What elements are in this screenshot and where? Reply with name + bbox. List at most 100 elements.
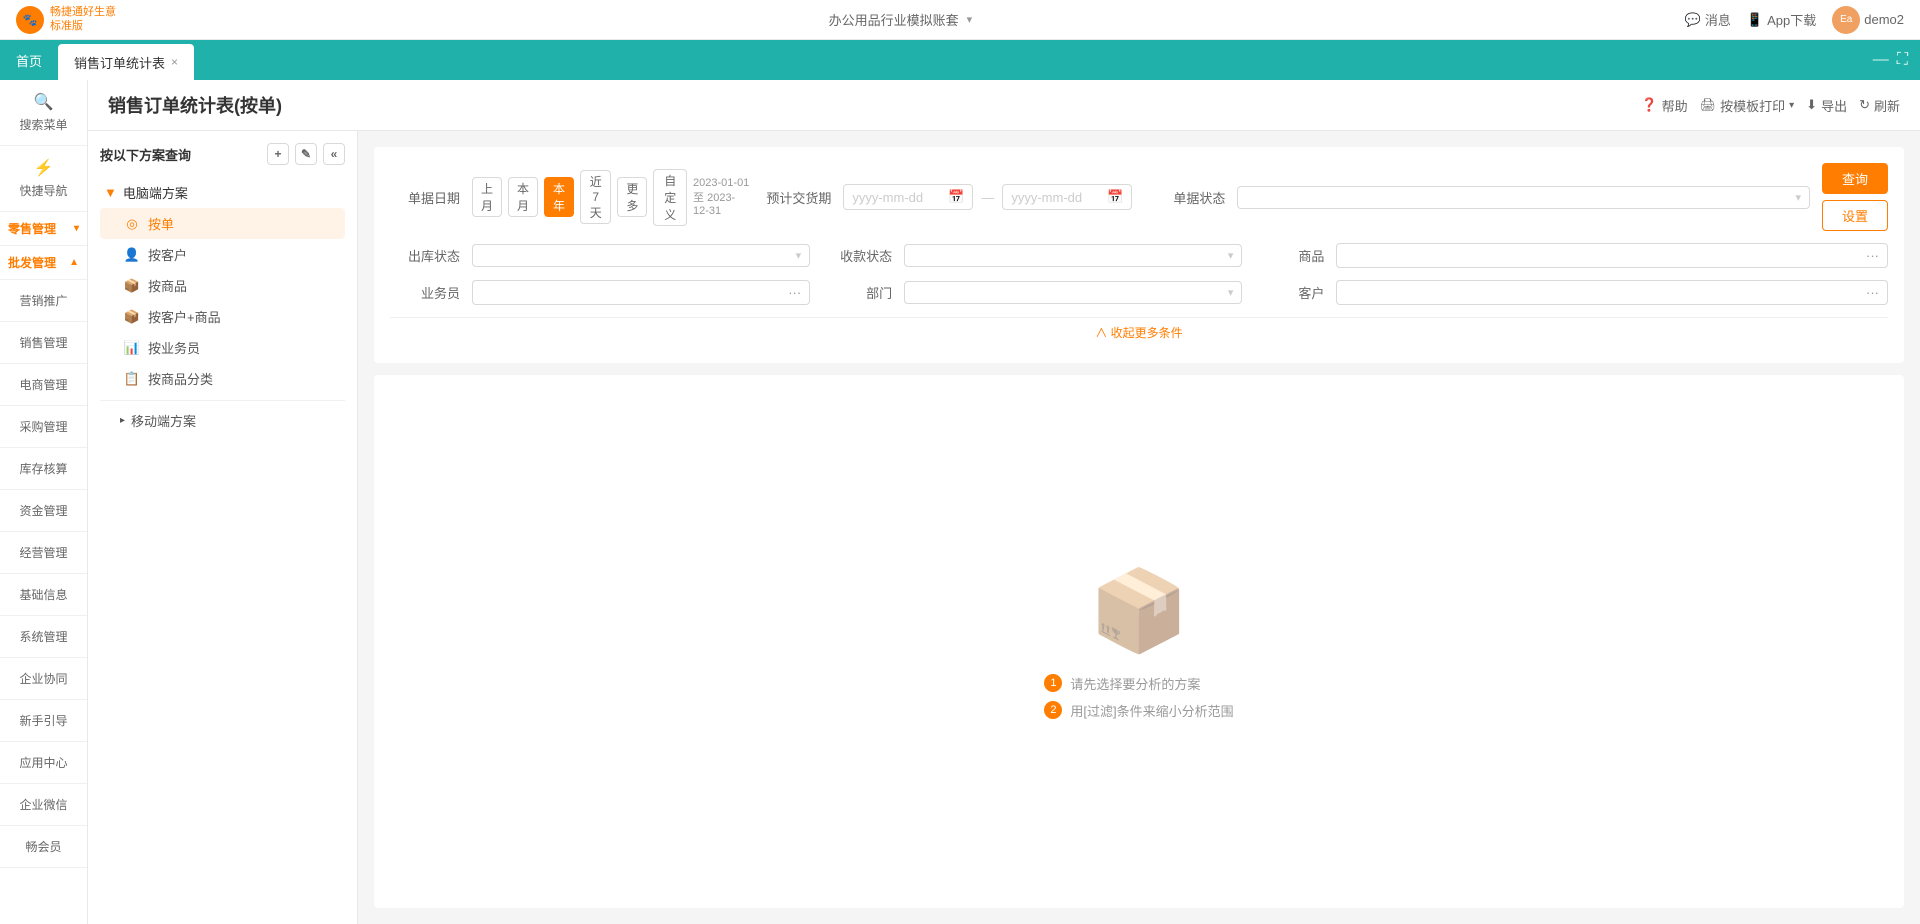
- customer-more-icon[interactable]: ···: [1866, 285, 1879, 300]
- scheme-title: 按以下方案查询: [100, 145, 191, 164]
- bill-status-label: 单据状态: [1155, 188, 1225, 207]
- user-area[interactable]: Ea demo2: [1832, 6, 1904, 34]
- scheme-item-bysales[interactable]: 📊 按业务员: [100, 332, 345, 363]
- tab-home[interactable]: 首页: [0, 40, 58, 80]
- pc-category[interactable]: ▼ 电脑端方案: [100, 177, 345, 208]
- scheme-item-bygoods[interactable]: 📦 按商品: [100, 270, 345, 301]
- right-content: 单据日期 上月 本月 本年 近7天 更多 自定义 2023-01-01 至 20…: [358, 131, 1920, 924]
- filter-form: 单据日期 上月 本月 本年 近7天 更多 自定义 2023-01-01 至 20…: [374, 147, 1904, 363]
- sidebar-item-weixin[interactable]: 企业微信: [0, 784, 87, 826]
- sidebar-item-search[interactable]: 🔍 搜索菜单: [0, 80, 87, 146]
- sidebar-item-system[interactable]: 系统管理: [0, 616, 87, 658]
- refresh-icon: ↻: [1859, 97, 1870, 113]
- tab-maximize-icon[interactable]: ⛶: [1897, 51, 1908, 69]
- help-btn[interactable]: ❓ 帮助: [1641, 96, 1687, 115]
- top-bar: 🐾 畅捷通好生意 标准版 办公用品行业模拟账套 💬 消息 📱 App下载 Ea …: [0, 0, 1920, 40]
- tab-close-icon[interactable]: ×: [171, 55, 178, 69]
- date-btn-7days[interactable]: 近7天: [580, 170, 611, 224]
- page-header-actions: ❓ 帮助 🖨 按模板打印 ⬇ 导出 ↻ 刷新: [1641, 96, 1900, 115]
- tab-bar-actions: — ⛶: [1873, 51, 1920, 69]
- payment-status-select[interactable]: [904, 244, 1242, 267]
- sidebar-item-sales[interactable]: 销售管理: [0, 322, 87, 364]
- scheme-item-bycustomergoods[interactable]: 📦 按客户+商品: [100, 301, 345, 332]
- page-header: 销售订单统计表(按单) ❓ 帮助 🖨 按模板打印 ⬇ 导出 ↻ 刷新: [88, 80, 1920, 131]
- scheme-edit-btn[interactable]: ✎: [295, 143, 317, 165]
- print-btn[interactable]: 🖨 按模板打印: [1700, 96, 1795, 115]
- sidebar-item-finance[interactable]: 资金管理: [0, 490, 87, 532]
- sidebar-section-wholesale[interactable]: 批发管理 ▲: [0, 246, 87, 280]
- sidebar-item-ecommerce[interactable]: 电商管理: [0, 364, 87, 406]
- app-download-btn[interactable]: 📱 App下载: [1747, 10, 1816, 29]
- quicknav-icon: ⚡: [34, 158, 54, 178]
- date-btn-thisyear[interactable]: 本年: [544, 177, 574, 217]
- page-title: 销售订单统计表(按单): [108, 92, 282, 118]
- scheme-collapse-btn[interactable]: «: [323, 143, 345, 165]
- salesperson-label: 业务员: [390, 283, 460, 302]
- empty-hint-1: 1 请先选择要分析的方案: [1044, 674, 1233, 693]
- empty-hint-2: 2 用[过滤]条件来缩小分析范围: [1044, 701, 1233, 720]
- filter-row-1: 单据日期 上月 本月 本年 近7天 更多 自定义 2023-01-01 至 20…: [390, 163, 1888, 231]
- collapse-bar[interactable]: ∧ 收起更多条件: [390, 317, 1888, 347]
- date-label: 单据日期: [390, 188, 460, 207]
- bysales-icon: 📊: [124, 340, 140, 356]
- sidebar-item-appcenter[interactable]: 应用中心: [0, 742, 87, 784]
- print-dropdown-icon[interactable]: [1789, 100, 1794, 111]
- tab-sales-order[interactable]: 销售订单统计表 ×: [58, 44, 194, 80]
- scheme-item-byorder[interactable]: ◎ 按单: [100, 208, 345, 239]
- bycustomergoods-icon: 📦: [124, 309, 140, 325]
- sidebar-item-operations[interactable]: 经营管理: [0, 532, 87, 574]
- salesperson-more-icon[interactable]: ···: [788, 285, 801, 300]
- sidebar-item-inventory[interactable]: 库存核算: [0, 448, 87, 490]
- query-button[interactable]: 查询: [1822, 163, 1888, 194]
- ship-dropdown-icon: [796, 249, 802, 262]
- tab-minimize-icon[interactable]: —: [1873, 51, 1889, 69]
- sidebar-item-newuser[interactable]: 新手引导: [0, 700, 87, 742]
- sidebar-item-marketing[interactable]: 营销推广: [0, 280, 87, 322]
- date-btn-more[interactable]: 更多: [617, 177, 647, 217]
- username-label: demo2: [1864, 12, 1904, 27]
- filter-row-2: 出库状态 收款状态 商品 ···: [390, 243, 1888, 268]
- bycategory-icon: 📋: [124, 371, 140, 387]
- sidebar-item-purchase[interactable]: 采购管理: [0, 406, 87, 448]
- calendar-from-icon: 📅: [948, 189, 964, 205]
- scheme-add-btn[interactable]: +: [267, 143, 289, 165]
- date-btn-thismonth[interactable]: 本月: [508, 177, 538, 217]
- bycustomer-icon: 👤: [124, 247, 140, 263]
- message-btn[interactable]: 💬 消息: [1685, 10, 1731, 29]
- sidebar-item-enterprise[interactable]: 企业协同: [0, 658, 87, 700]
- scheme-item-bycategory[interactable]: 📋 按商品分类: [100, 363, 345, 394]
- salesperson-select[interactable]: ···: [472, 280, 810, 305]
- goods-select[interactable]: ···: [1336, 243, 1888, 268]
- refresh-btn[interactable]: ↻ 刷新: [1859, 96, 1900, 115]
- date-btn-custom[interactable]: 自定义: [653, 169, 687, 226]
- expected-date-from[interactable]: yyyy-mm-dd 📅: [843, 184, 973, 210]
- settings-button[interactable]: 设置: [1822, 200, 1888, 231]
- customer-select[interactable]: ···: [1336, 280, 1888, 305]
- sidebar-item-member[interactable]: 畅会员: [0, 826, 87, 868]
- message-icon: 💬: [1685, 12, 1701, 28]
- scheme-item-bycustomer[interactable]: 👤 按客户: [100, 239, 345, 270]
- sidebar-item-basic[interactable]: 基础信息: [0, 574, 87, 616]
- wholesale-expand-icon[interactable]: ▲: [69, 257, 79, 268]
- ship-status-select[interactable]: [472, 244, 810, 267]
- category-arrow-icon: ▼: [104, 185, 117, 200]
- goods-more-icon[interactable]: ···: [1866, 248, 1879, 263]
- bill-status-select[interactable]: [1237, 186, 1810, 209]
- customer-label: 客户: [1254, 283, 1324, 302]
- date-btn-lastmonth[interactable]: 上月: [472, 177, 502, 217]
- expected-date-to[interactable]: yyyy-mm-dd 📅: [1002, 184, 1132, 210]
- sidebar-item-quicknav[interactable]: ⚡ 快捷导航: [0, 146, 87, 212]
- top-bar-right: 💬 消息 📱 App下载 Ea demo2: [1685, 6, 1904, 34]
- logo-icon: 🐾: [16, 6, 44, 34]
- empty-hints: 1 请先选择要分析的方案 2 用[过滤]条件来缩小分析范围: [1044, 674, 1233, 720]
- sidebar-section-retail[interactable]: 零售管理: [0, 212, 87, 246]
- logo-text: 畅捷通好生意 标准版: [50, 6, 116, 32]
- mobile-arrow-icon: ▸: [120, 415, 125, 426]
- main-panel: 按以下方案查询 + ✎ « ▼ 电脑端方案 ◎ 按单: [88, 131, 1920, 924]
- retail-expand-icon[interactable]: [74, 223, 79, 234]
- app-dropdown-icon[interactable]: [967, 13, 973, 26]
- department-select[interactable]: [904, 281, 1242, 304]
- print-icon: 🖨: [1700, 97, 1717, 113]
- export-btn[interactable]: ⬇ 导出: [1806, 96, 1847, 115]
- mobile-category[interactable]: ▸ 移动端方案: [116, 407, 345, 434]
